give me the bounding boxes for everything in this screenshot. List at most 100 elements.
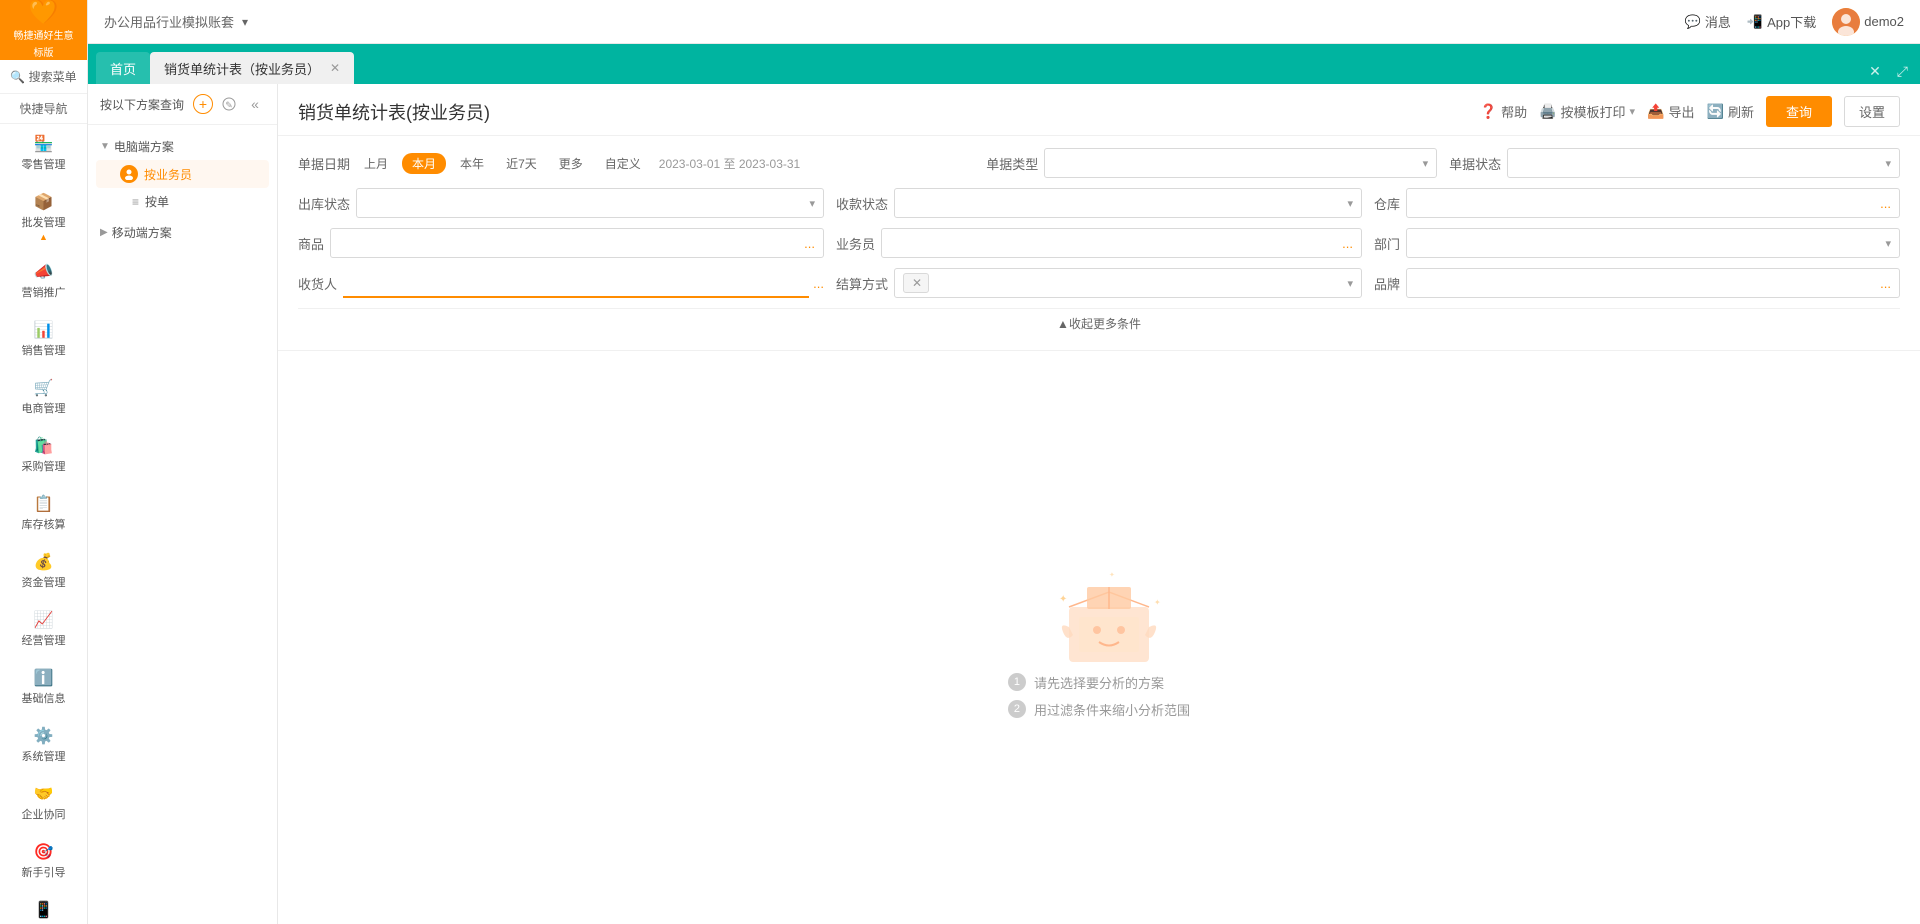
- sidebar-item-apps[interactable]: 📱 应用中心: [0, 890, 87, 924]
- brand-more-btn[interactable]: ...: [1880, 276, 1891, 291]
- salesperson-control: ...: [881, 228, 1362, 258]
- tabbar: 首页 销货单统计表（按业务员） ✕ ✕ ⤢: [88, 44, 1920, 84]
- mobile-scheme-header[interactable]: ▶ 移动端方案: [96, 219, 269, 246]
- empty-hint-2: 2 用过滤条件来缩小分析范围: [1008, 700, 1190, 719]
- add-scheme-btn[interactable]: +: [193, 94, 213, 114]
- date-control: 上月 本月 本年 近7天 更多 自定义 2023-03-01 至 2023-03…: [356, 153, 974, 174]
- filter-out-status: 出库状态 ▾: [298, 188, 824, 218]
- goods-label: 商品: [298, 234, 324, 253]
- consignee-more-btn[interactable]: ...: [813, 276, 824, 291]
- collapse-panel-btn[interactable]: «: [245, 94, 265, 114]
- print-label: 按模板打印: [1561, 102, 1626, 121]
- warehouse-more-btn[interactable]: ...: [1880, 196, 1891, 211]
- sidebar-item-marketing[interactable]: 📣 营销推广: [0, 252, 87, 310]
- edit-icon: ✎: [222, 97, 236, 111]
- date-label: 单据日期: [298, 154, 350, 173]
- user-avatar: [1832, 8, 1860, 36]
- tab-close-btn[interactable]: ✕: [330, 61, 340, 75]
- consignee-input[interactable]: [343, 268, 809, 298]
- help-btn[interactable]: ❓ 帮助: [1480, 102, 1527, 121]
- date-tab-this-month[interactable]: 本月: [402, 153, 446, 174]
- main-content: 办公用品行业模拟账套 ▾ 💬 消息 📲 App下载 de: [88, 0, 1920, 924]
- logo-subtitle: 标版: [34, 44, 54, 59]
- print-icon: 🖨️: [1539, 103, 1556, 120]
- sidebar-item-stock[interactable]: 📋 库存核算: [0, 484, 87, 542]
- payment-status-select[interactable]: ▾: [894, 188, 1362, 218]
- page-header-actions: ❓ 帮助 🖨️ 按模板打印 ▾ 📤 导出 🔄 刷新: [1480, 96, 1900, 127]
- hint-num-1: 1: [1008, 673, 1026, 691]
- filter-row-1: 单据日期 上月 本月 本年 近7天 更多 自定义 2023-03-01 至 20…: [298, 148, 1900, 178]
- goods-control: ...: [330, 228, 824, 258]
- doc-status-control: ▾: [1507, 148, 1900, 178]
- app-download-btn[interactable]: 📲 App下载: [1747, 12, 1816, 31]
- sidebar-search[interactable]: 🔍 搜索菜单: [0, 60, 87, 94]
- stock-label: 库存核算: [22, 516, 66, 532]
- salesperson-select[interactable]: ...: [881, 228, 1362, 258]
- print-btn[interactable]: 🖨️ 按模板打印 ▾: [1539, 102, 1635, 121]
- query-button[interactable]: 查询: [1766, 96, 1832, 127]
- sidebar-item-operations[interactable]: 📈 经营管理: [0, 600, 87, 658]
- warehouse-select[interactable]: ...: [1406, 188, 1900, 218]
- scheme-by-order[interactable]: ≡ 按单: [96, 188, 269, 215]
- filter-payment-status: 收款状态 ▾: [836, 188, 1362, 218]
- tab-sales-stat-label: 销货单统计表（按业务员）: [164, 59, 320, 78]
- desktop-scheme-label: 电脑端方案: [114, 138, 174, 155]
- enterprise-label: 企业协同: [22, 806, 66, 822]
- date-tab-custom[interactable]: 自定义: [597, 153, 649, 174]
- breadcrumb-text: 办公用品行业模拟账套: [104, 12, 234, 31]
- tab-home[interactable]: 首页: [96, 52, 150, 84]
- sidebar-item-enterprise[interactable]: 🤝 企业协同: [0, 774, 87, 832]
- system-label: 系统管理: [22, 748, 66, 764]
- tab-expand-btn[interactable]: ⤢: [1893, 59, 1912, 84]
- refresh-btn[interactable]: 🔄 刷新: [1707, 102, 1754, 121]
- salesperson-more-btn[interactable]: ...: [1342, 236, 1353, 251]
- collapse-filter-btn[interactable]: ▲ 收起更多条件: [298, 308, 1900, 338]
- doc-status-select[interactable]: ▾: [1507, 148, 1900, 178]
- date-tab-7days[interactable]: 近7天: [498, 153, 545, 174]
- export-btn[interactable]: 📤 导出: [1647, 102, 1694, 121]
- user-profile[interactable]: demo2: [1832, 8, 1904, 36]
- sidebar-quick-nav[interactable]: 快捷导航: [0, 94, 87, 124]
- basic-icon: ℹ️: [34, 668, 54, 688]
- sidebar-item-purchase[interactable]: 🛍️ 采购管理: [0, 426, 87, 484]
- svg-text:✎: ✎: [225, 100, 233, 110]
- goods-more-btn[interactable]: ...: [804, 236, 815, 251]
- out-status-select[interactable]: ▾: [356, 188, 824, 218]
- sidebar-item-sales[interactable]: 📊 销售管理: [0, 310, 87, 368]
- payment-method-clear-btn[interactable]: ✕: [912, 276, 922, 290]
- date-tab-last-month[interactable]: 上月: [356, 153, 396, 174]
- scheme-tree: ▼ 电脑端方案 按业务员 ≡ 按单: [88, 125, 277, 924]
- sidebar-item-system[interactable]: ⚙️ 系统管理: [0, 716, 87, 774]
- sidebar-item-ecommerce[interactable]: 🛒 电商管理: [0, 368, 87, 426]
- tab-close-all-btn[interactable]: ✕: [1865, 59, 1885, 84]
- payment-status-label: 收款状态: [836, 194, 888, 213]
- purchase-label: 采购管理: [22, 458, 66, 474]
- tab-sales-stat[interactable]: 销货单统计表（按业务员） ✕: [150, 52, 354, 84]
- marketing-label: 营销推广: [22, 284, 66, 300]
- svg-text:✦: ✦: [1109, 571, 1115, 579]
- department-select[interactable]: ▾: [1406, 228, 1900, 258]
- wholesale-arrow: ▲: [39, 232, 48, 242]
- sidebar-item-basic[interactable]: ℹ️ 基础信息: [0, 658, 87, 716]
- sales-label: 销售管理: [22, 342, 66, 358]
- sidebar-item-retail[interactable]: 🏪 零售管理: [0, 124, 87, 182]
- topbar-left: 办公用品行业模拟账套 ▾: [104, 12, 248, 31]
- consignee-label: 收货人: [298, 274, 337, 293]
- scheme-salesperson-label: 按业务员: [144, 166, 192, 183]
- message-btn[interactable]: 💬 消息: [1685, 12, 1731, 31]
- date-tab-this-year[interactable]: 本年: [452, 153, 492, 174]
- goods-select[interactable]: ...: [330, 228, 824, 258]
- date-tab-more[interactable]: 更多: [551, 153, 591, 174]
- sidebar-item-wholesale[interactable]: 📦 批发管理 ▲: [0, 182, 87, 252]
- breadcrumb-dropdown[interactable]: ▾: [242, 15, 248, 29]
- scheme-by-salesperson[interactable]: 按业务员: [96, 160, 269, 188]
- settings-button[interactable]: 设置: [1844, 96, 1900, 127]
- sidebar-item-finance[interactable]: 💰 资金管理: [0, 542, 87, 600]
- desktop-scheme-header[interactable]: ▼ 电脑端方案: [96, 133, 269, 160]
- edit-scheme-btn[interactable]: ✎: [219, 94, 239, 114]
- empty-state: ✦ ✦ ✦ 1 请先选择要分析的方案 2 用过滤条件来缩小分析范围: [278, 351, 1920, 924]
- doc-type-select[interactable]: ▾: [1044, 148, 1437, 178]
- payment-method-select[interactable]: ✕ ▾: [894, 268, 1362, 298]
- brand-select[interactable]: ...: [1406, 268, 1900, 298]
- sidebar-item-newbie[interactable]: 🎯 新手引导: [0, 832, 87, 890]
